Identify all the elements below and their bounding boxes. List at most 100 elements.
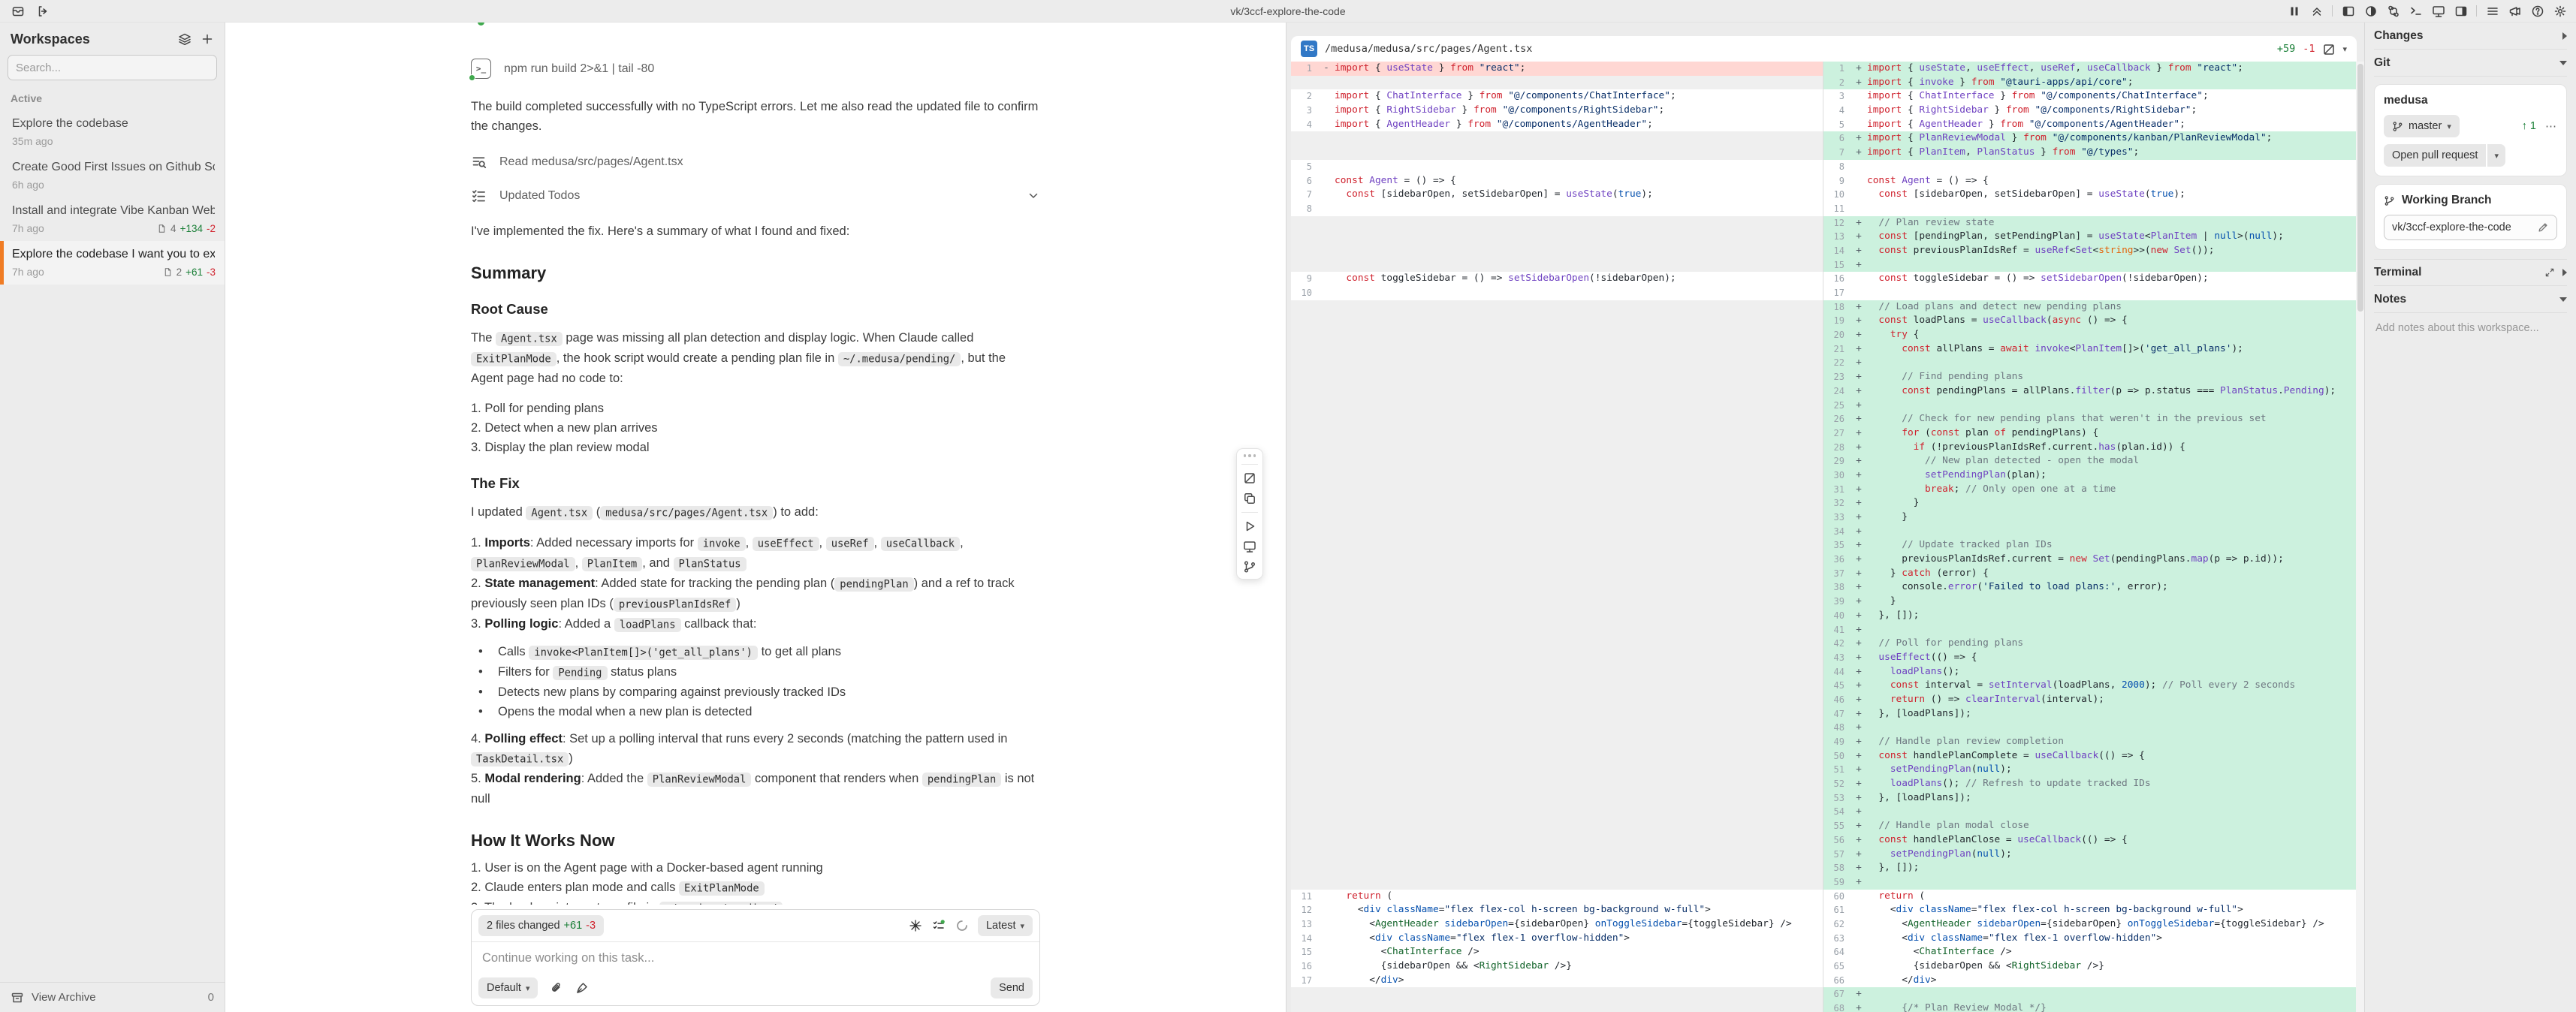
tray-icon[interactable] [11, 4, 25, 18]
list-item: 3. Polling logic: Added a loadPlans call… [471, 614, 1040, 634]
diff-row [1291, 399, 1823, 413]
diff-marker: + [1851, 819, 1867, 833]
list-item: 1. User is on the Agent page with a Dock… [471, 858, 1040, 878]
diff-row [1291, 244, 1823, 258]
tool-call-label: npm run build 2>&1 | tail -80 [504, 62, 654, 76]
diff-row: 63 <div className="flex flex-1 overflow-… [1823, 932, 2356, 946]
play-icon[interactable] [1243, 520, 1256, 533]
line-number: 34 [1823, 525, 1851, 539]
changes-section-header[interactable]: Changes [2374, 23, 2567, 50]
diff-row [1291, 665, 1823, 679]
notes-section-header[interactable]: Notes [2374, 286, 2567, 313]
diff-editor[interactable]: 1-import { useState } from "react";2impo… [1291, 62, 2364, 1012]
view-archive-button[interactable]: View Archive 0 [0, 982, 225, 1012]
attach-file-button[interactable] [550, 981, 563, 995]
diff-row [1291, 553, 1823, 567]
line-number: 45 [1823, 679, 1851, 693]
composer-input-area[interactable]: Continue working on this task... [472, 942, 1039, 970]
chevron-down-icon[interactable] [1027, 189, 1040, 203]
more-options-button[interactable]: ⋯ [2545, 119, 2557, 133]
working-branch-label: Working Branch [2402, 194, 2491, 207]
search-input[interactable] [8, 55, 217, 80]
code-line: try { [1867, 328, 2356, 342]
diff-marker [1851, 932, 1867, 946]
chat-transcript[interactable]: >_npm run build 2>&1 | tail -80The build… [225, 23, 1286, 905]
settings-icon[interactable] [2553, 4, 2567, 18]
todos-status-icon[interactable] [932, 919, 946, 932]
code-line: setPendingPlan(null); [1867, 848, 2356, 862]
model-dropdown[interactable]: Default ▾ [478, 977, 538, 998]
diff-marker: + [1851, 553, 1867, 567]
git-section-header[interactable]: Git [2374, 50, 2567, 77]
diff-marker: + [1851, 426, 1867, 441]
theme-icon[interactable] [2363, 4, 2378, 18]
pr-dropdown-button[interactable]: ▾ [2487, 144, 2505, 167]
version-dropdown[interactable]: Latest ▾ [978, 915, 1033, 936]
workspace-item[interactable]: Explore the codebase I want you to exp7h… [0, 241, 225, 285]
display-icon[interactable] [1243, 540, 1256, 553]
sign-out-icon[interactable] [35, 4, 50, 18]
tool-call-row[interactable]: >_npm run build 2>&1 | tail -80 [471, 59, 1040, 79]
workspace-item[interactable]: Explore the codebase35m ago [0, 110, 225, 154]
diff-row: 65 {sidebarOpen && <RightSidebar />} [1823, 959, 2356, 974]
collapse-icon[interactable] [2309, 4, 2324, 18]
diff-row [1291, 300, 1823, 315]
line-number: 32 [1823, 496, 1851, 511]
inline-code: previousPlanIdsRef [614, 598, 737, 612]
tool-call-row[interactable]: Updated Todos [471, 188, 1040, 203]
files-changed-chip[interactable]: 2 files changed +61 -3 [478, 915, 604, 936]
diff-row: 17 [1823, 286, 2356, 300]
megaphone-icon[interactable] [2508, 4, 2522, 18]
git-compare-icon[interactable] [2386, 4, 2400, 18]
terminal-icon[interactable] [2409, 4, 2423, 18]
working-branch-input[interactable]: vk/3ccf-explore-the-code [2384, 215, 2557, 240]
open-pull-request-button[interactable]: Open pull request [2384, 144, 2486, 167]
edit-pencil-icon[interactable] [2537, 221, 2549, 233]
spark-icon[interactable] [909, 919, 922, 932]
workspace-title: Create Good First Issues on Github So p [12, 161, 215, 174]
line-number: 26 [1823, 412, 1851, 426]
preview-off-icon[interactable] [1243, 471, 1256, 485]
diff-row [1291, 580, 1823, 595]
diff-row [1291, 230, 1823, 244]
bold-text: Modal rendering [484, 772, 581, 785]
branch-selector[interactable]: master ▾ [2384, 115, 2460, 137]
expand-icon[interactable] [2544, 267, 2555, 278]
diff-row: 12+ // Plan review state [1823, 216, 2356, 230]
diff-additions: +59 [2277, 43, 2295, 55]
diff-marker: + [1851, 861, 1867, 875]
chevron-down-icon[interactable]: ▾ [2342, 44, 2347, 54]
panel-right-icon[interactable] [2454, 4, 2468, 18]
diff-row: 12 <div className="flex flex-col h-scree… [1291, 903, 1823, 917]
pen-button[interactable] [575, 981, 589, 995]
menu-icon[interactable] [2485, 4, 2499, 18]
workspace-item[interactable]: Create Good First Issues on Github So p6… [0, 154, 225, 197]
layers-icon[interactable] [178, 32, 193, 47]
preview-off-icon[interactable] [2322, 43, 2335, 56]
diff-file-header[interactable]: TS /medusa/medusa/src/pages/Agent.tsx +5… [1291, 36, 2357, 62]
diff-row: 41+ [1823, 623, 2356, 637]
code-line: <div className="flex flex-col h-screen b… [1335, 903, 1823, 917]
add-workspace-button[interactable] [201, 32, 216, 47]
diff-row: 5 [1291, 160, 1823, 174]
line-number: 22 [1823, 356, 1851, 370]
help-icon[interactable] [2530, 4, 2544, 18]
git-branch-icon[interactable] [1243, 560, 1256, 574]
file-change-badge: 4+134-2 [157, 223, 216, 234]
terminal-section-header[interactable]: Terminal [2374, 259, 2567, 286]
toolbar-drag-handle[interactable] [1244, 454, 1256, 457]
diff-scrollbar[interactable] [2356, 62, 2364, 1012]
copy-icon[interactable] [1243, 492, 1256, 505]
tool-call-row[interactable]: Read medusa/src/pages/Agent.tsx [471, 154, 1040, 170]
inline-code: pendingPlan [922, 773, 1001, 787]
pause-icon[interactable] [2287, 4, 2301, 18]
notes-placeholder[interactable]: Add notes about this workspace... [2374, 313, 2567, 343]
panel-left-icon[interactable] [2341, 4, 2355, 18]
workspace-item[interactable]: Install and integrate Vibe Kanban Web C7… [0, 197, 225, 241]
text: , and [642, 556, 673, 570]
diff-marker: + [1851, 483, 1867, 497]
code-line: const toggleSidebar = () => setSidebarOp… [1335, 272, 1823, 286]
display-icon[interactable] [2431, 4, 2445, 18]
code-line: return ( [1335, 890, 1823, 904]
send-button[interactable]: Send [991, 977, 1033, 998]
